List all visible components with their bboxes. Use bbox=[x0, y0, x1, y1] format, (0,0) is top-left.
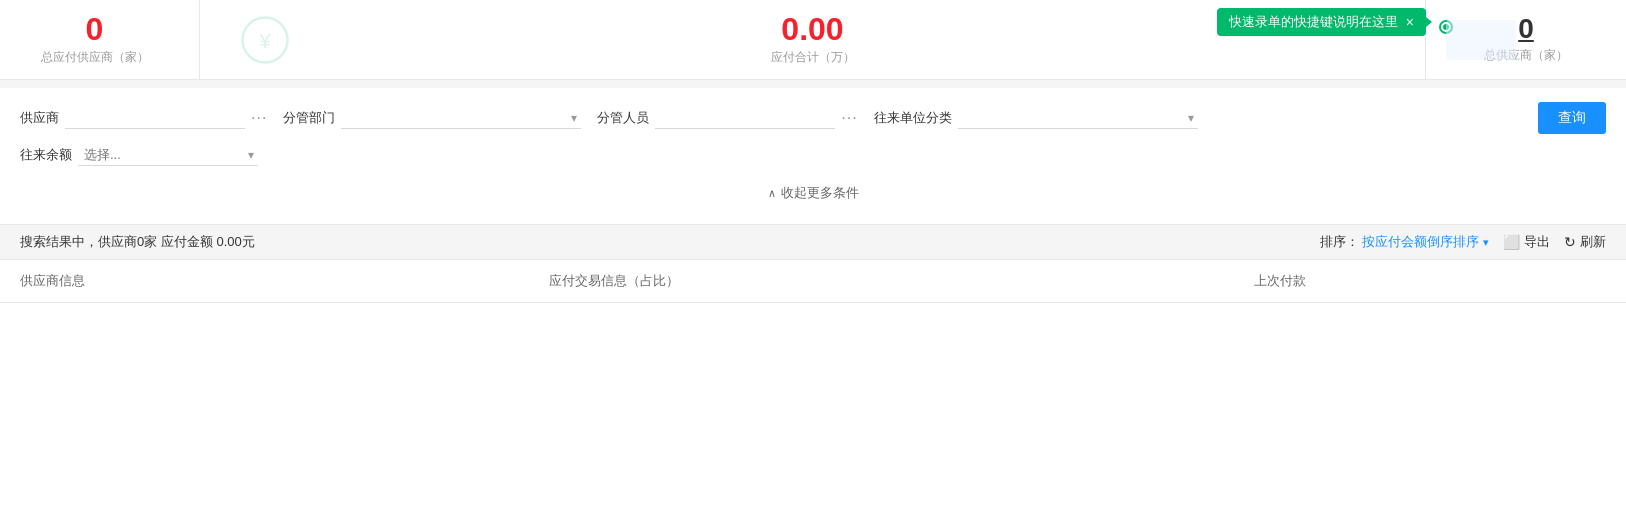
unit-class-label: 往来单位分类 bbox=[874, 109, 952, 127]
payable-suppliers-label: 总应付供应商（家） bbox=[41, 49, 149, 66]
table-col-header-transaction: 应付交易信息（占比） bbox=[549, 272, 1254, 290]
balance-select-wrap: ▾ bbox=[78, 144, 258, 166]
filter-supplier: 供应商 ··· bbox=[20, 107, 267, 129]
stat-card-total-suppliers: 0 总供应商（家） bbox=[1426, 0, 1626, 79]
filter-row-1: 供应商 ··· 分管部门 ▾ 分管人员 ··· 往来单位分类 ▾ bbox=[20, 102, 1606, 134]
department-input[interactable] bbox=[341, 107, 581, 129]
filter-department: 分管部门 ▾ bbox=[283, 107, 581, 129]
payable-total-label: 应付合计（万） bbox=[771, 49, 855, 66]
shortcut-tooltip-text: 快速录单的快捷键说明在这里 bbox=[1229, 13, 1398, 31]
supplier-icon-placeholder bbox=[1446, 20, 1516, 60]
department-label: 分管部门 bbox=[283, 109, 335, 127]
department-select-wrap: ▾ bbox=[341, 107, 581, 129]
supplier-input[interactable] bbox=[65, 107, 245, 129]
table-col-header-lastpay: 上次付款 bbox=[1254, 272, 1606, 290]
filter-row-2: 往来余额 ▾ bbox=[20, 144, 1606, 166]
supplier-label: 供应商 bbox=[20, 109, 59, 127]
supplier-dots[interactable]: ··· bbox=[251, 109, 267, 127]
collapse-bar: ∧ 收起更多条件 bbox=[20, 176, 1606, 214]
balance-input[interactable] bbox=[78, 144, 258, 166]
person-input[interactable] bbox=[655, 107, 835, 129]
payable-icon: ¥ bbox=[240, 15, 290, 65]
top-panel: 0 总应付供应商（家） ¥ 0.00 应付合计（万） 快速录单的快捷键说明在这里… bbox=[0, 0, 1626, 80]
unit-class-select-wrap: ▾ bbox=[958, 107, 1198, 129]
svg-text:¥: ¥ bbox=[258, 29, 271, 51]
result-actions: 排序： 按应付会额倒序排序 ▾ ⬜ 导出 ↻ 刷新 bbox=[1320, 233, 1606, 251]
stat-card-payable-suppliers: 0 总应付供应商（家） bbox=[0, 0, 200, 79]
filter-panel: 供应商 ··· 分管部门 ▾ 分管人员 ··· 往来单位分类 ▾ bbox=[0, 88, 1626, 225]
payable-suppliers-number: 0 bbox=[86, 13, 104, 45]
collapse-button[interactable]: ∧ 收起更多条件 bbox=[752, 180, 875, 206]
table-col-header-supplier: 供应商信息 bbox=[20, 272, 549, 290]
table-body bbox=[0, 303, 1626, 515]
result-bar: 搜索结果中，供应商0家 应付金额 0.00元 排序： 按应付会额倒序排序 ▾ ⬜… bbox=[0, 225, 1626, 260]
sort-chevron-icon: ▾ bbox=[1483, 236, 1489, 248]
table-header: 供应商信息 应付交易信息（占比） 上次付款 bbox=[0, 260, 1626, 303]
export-icon: ⬜ bbox=[1503, 234, 1520, 250]
refresh-button[interactable]: ↻ 刷新 bbox=[1564, 233, 1606, 251]
person-dots[interactable]: ··· bbox=[841, 109, 857, 127]
balance-label: 往来余额 bbox=[20, 146, 72, 164]
filter-balance: 往来余额 ▾ bbox=[20, 144, 258, 166]
refresh-icon: ↻ bbox=[1564, 234, 1576, 250]
collapse-chevron-icon: ∧ bbox=[768, 187, 776, 200]
query-button[interactable]: 查询 bbox=[1538, 102, 1606, 134]
unit-class-input[interactable] bbox=[958, 107, 1198, 129]
filter-person: 分管人员 ··· bbox=[597, 107, 857, 129]
payable-total-number: 0.00 bbox=[781, 13, 843, 45]
sort-select[interactable]: 按应付会额倒序排序 bbox=[1362, 234, 1479, 249]
person-label: 分管人员 bbox=[597, 109, 649, 127]
tooltip-close-btn[interactable]: × bbox=[1406, 15, 1414, 29]
total-suppliers-number[interactable]: 0 bbox=[1518, 15, 1534, 43]
shortcut-tooltip: 快速录单的快捷键说明在这里 × bbox=[1217, 8, 1426, 36]
result-info-text: 搜索结果中，供应商0家 应付金额 0.00元 bbox=[20, 233, 255, 251]
export-button[interactable]: ⬜ 导出 bbox=[1503, 233, 1550, 251]
sort-label: 排序： 按应付会额倒序排序 ▾ bbox=[1320, 233, 1489, 251]
collapse-label: 收起更多条件 bbox=[781, 184, 859, 202]
filter-unit-class: 往来单位分类 ▾ bbox=[874, 107, 1198, 129]
